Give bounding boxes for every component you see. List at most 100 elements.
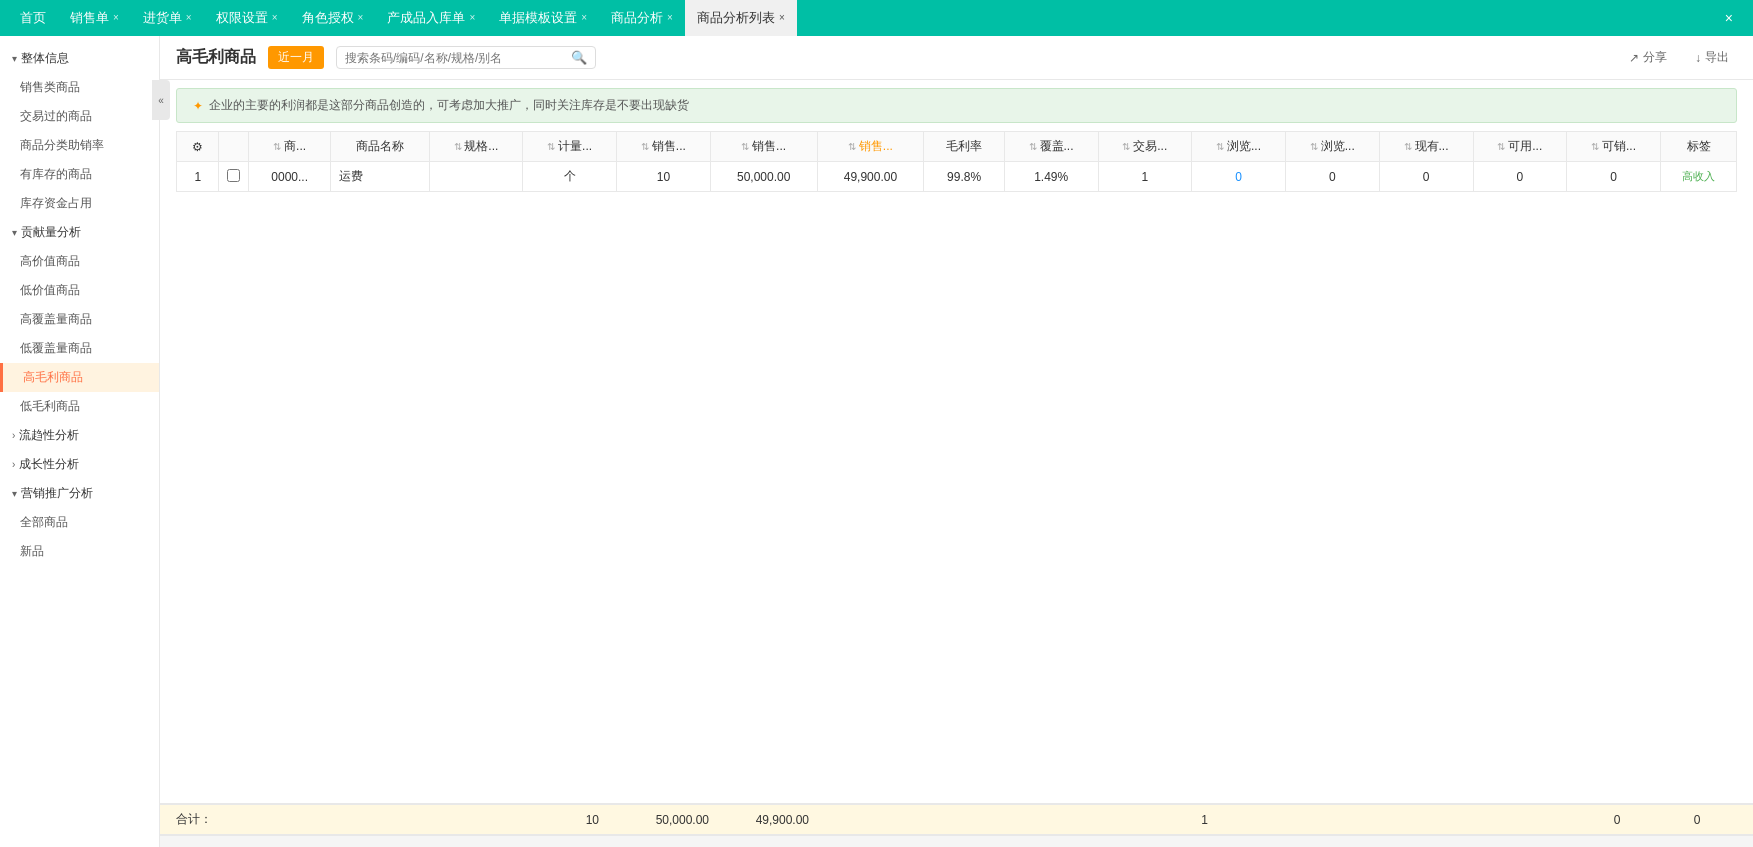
nav-purchase-close[interactable]: × — [186, 0, 192, 36]
row-tag: 高收入 — [1661, 162, 1737, 192]
row-num: 1 — [177, 162, 219, 192]
footer-label: 合计： — [176, 811, 212, 828]
sidebar-item-low-margin[interactable]: 低毛利商品 — [0, 392, 159, 421]
sidebar-group-marketing[interactable]: ▾ 营销推广分析 — [0, 479, 159, 508]
sidebar-item-low-value[interactable]: 低价值商品 — [0, 276, 159, 305]
nav-purchase[interactable]: 进货单 × — [131, 0, 204, 36]
col-saleable[interactable]: 可销... — [1567, 132, 1661, 162]
search-box: 🔍 — [336, 46, 596, 69]
data-table: ⚙ 商... 商品名称 规格... 计量... 销售... 销售... 销售..… — [176, 131, 1737, 192]
row-checkbox[interactable] — [219, 162, 249, 192]
row-browse2: 0 — [1286, 162, 1380, 192]
table-footer: 合计： 10 50,000.00 49,900.00 1 0 0 — [160, 803, 1753, 835]
nav-product-analysis-list[interactable]: 商品分析列表 × — [685, 0, 797, 36]
col-checkbox — [219, 132, 249, 162]
footer-available: 0 — [1657, 813, 1737, 827]
nav-template-settings[interactable]: 单据模板设置 × — [487, 0, 599, 36]
page-title: 高毛利商品 — [176, 47, 256, 68]
col-code[interactable]: 商... — [249, 132, 330, 162]
search-icon[interactable]: 🔍 — [571, 50, 587, 65]
sidebar-item-stock-funds[interactable]: 库存资金占用 — [0, 189, 159, 218]
row-coverage: 1.49% — [1004, 162, 1098, 192]
col-browse1[interactable]: 浏览... — [1192, 132, 1286, 162]
bottom-scrollbar[interactable] — [160, 835, 1753, 847]
row-gross-rate: 99.8% — [924, 162, 1004, 192]
col-settings[interactable]: ⚙ — [177, 132, 219, 162]
row-sales-profit: 49,900.00 — [817, 162, 924, 192]
footer-sales-profit: 49,900.00 — [732, 813, 832, 827]
sidebar-item-new-products[interactable]: 新品 — [0, 537, 159, 566]
nav-product-inbound-close[interactable]: × — [469, 0, 475, 36]
notice-text: 企业的主要的利润都是这部分商品创造的，可考虑加大推广，同时关注库存是不要出现缺货 — [209, 97, 689, 114]
col-sales-qty[interactable]: 销售... — [617, 132, 711, 162]
sidebar-item-category-rate[interactable]: 商品分类助销率 — [0, 131, 159, 160]
sidebar-group-contribution[interactable]: ▾ 贡献量分析 — [0, 218, 159, 247]
col-browse2[interactable]: 浏览... — [1286, 132, 1380, 162]
table-row[interactable]: 1 0000... 运费 个 10 50,000.00 49,900.00 99… — [177, 162, 1737, 192]
row-transactions: 1 — [1098, 162, 1192, 192]
content-header: 高毛利商品 近一月 🔍 ↗ 分享 ↓ 导出 — [160, 36, 1753, 80]
nav-home[interactable]: 首页 — [8, 0, 58, 36]
footer-current-stock: 0 — [1577, 813, 1657, 827]
sidebar: ▾ 整体信息 销售类商品 交易过的商品 商品分类助销率 有库存的商品 库存资金占… — [0, 36, 160, 847]
row-current-stock: 0 — [1379, 162, 1473, 192]
col-transactions[interactable]: 交易... — [1098, 132, 1192, 162]
row-browse1[interactable]: 0 — [1192, 162, 1286, 192]
footer-sales-qty: 10 — [552, 813, 632, 827]
sidebar-item-low-coverage[interactable]: 低覆盖量商品 — [0, 334, 159, 363]
nav-product-analysis-close[interactable]: × — [667, 0, 673, 36]
sidebar-item-traded-products[interactable]: 交易过的商品 — [0, 102, 159, 131]
sidebar-group-overall[interactable]: ▾ 整体信息 — [0, 44, 159, 73]
window-close-btn[interactable]: × — [1713, 10, 1745, 26]
top-nav: 首页 销售单 × 进货单 × 权限设置 × 角色授权 × 产成品入库单 × 单据… — [0, 0, 1753, 36]
nav-sales-close[interactable]: × — [113, 0, 119, 36]
export-btn[interactable]: ↓ 导出 — [1687, 46, 1737, 69]
main-layout: ▾ 整体信息 销售类商品 交易过的商品 商品分类助销率 有库存的商品 库存资金占… — [0, 36, 1753, 847]
row-spec — [429, 162, 523, 192]
table-container: ⚙ 商... 商品名称 规格... 计量... 销售... 销售... 销售..… — [160, 131, 1753, 803]
sidebar-item-high-coverage[interactable]: 高覆盖量商品 — [0, 305, 159, 334]
nav-sales[interactable]: 销售单 × — [58, 0, 131, 36]
row-available: 0 — [1473, 162, 1567, 192]
search-input[interactable] — [345, 51, 571, 65]
col-tag: 标签 — [1661, 132, 1737, 162]
col-sales-profit[interactable]: 销售... — [817, 132, 924, 162]
col-current-stock[interactable]: 现有... — [1379, 132, 1473, 162]
sidebar-item-high-value[interactable]: 高价值商品 — [0, 247, 159, 276]
row-name: 运费 — [330, 162, 429, 192]
footer-transactions: 1 — [1165, 813, 1245, 827]
nav-permissions-close[interactable]: × — [272, 0, 278, 36]
notice-bar: ✦ 企业的主要的利润都是这部分商品创造的，可考虑加大推广，同时关注库存是不要出现… — [176, 88, 1737, 123]
col-name: 商品名称 — [330, 132, 429, 162]
nav-template-close[interactable]: × — [581, 0, 587, 36]
arrow-growth: › — [12, 459, 15, 470]
nav-product-inbound[interactable]: 产成品入库单 × — [375, 0, 487, 36]
arrow-overall: ▾ — [12, 53, 17, 64]
nav-product-analysis-list-close[interactable]: × — [779, 0, 785, 36]
share-icon: ↗ — [1629, 51, 1639, 65]
filter-recent-month-btn[interactable]: 近一月 — [268, 46, 324, 69]
arrow-marketing: ▾ — [12, 488, 17, 499]
sidebar-item-high-margin[interactable]: 高毛利商品 — [0, 363, 159, 392]
sidebar-item-all-products[interactable]: 全部商品 — [0, 508, 159, 537]
nav-role-auth[interactable]: 角色授权 × — [290, 0, 376, 36]
sidebar-group-growth[interactable]: › 成长性分析 — [0, 450, 159, 479]
col-sales-amt[interactable]: 销售... — [710, 132, 817, 162]
nav-permissions[interactable]: 权限设置 × — [204, 0, 290, 36]
sidebar-group-trend[interactable]: › 流趋性分析 — [0, 421, 159, 450]
col-unit[interactable]: 计量... — [523, 132, 617, 162]
col-spec[interactable]: 规格... — [429, 132, 523, 162]
col-available[interactable]: 可用... — [1473, 132, 1567, 162]
col-coverage[interactable]: 覆盖... — [1004, 132, 1098, 162]
nav-product-analysis[interactable]: 商品分析 × — [599, 0, 685, 36]
share-btn[interactable]: ↗ 分享 — [1621, 46, 1675, 69]
sidebar-item-sales-products[interactable]: 销售类商品 — [0, 73, 159, 102]
row-sales-amt: 50,000.00 — [710, 162, 817, 192]
content-area: 高毛利商品 近一月 🔍 ↗ 分享 ↓ 导出 ✦ 企业的主要的利润都是这部分商品创… — [160, 36, 1753, 847]
row-sales-qty: 10 — [617, 162, 711, 192]
sidebar-item-stocked-products[interactable]: 有库存的商品 — [0, 160, 159, 189]
footer-sales-amt: 50,000.00 — [632, 813, 732, 827]
arrow-trend: › — [12, 430, 15, 441]
sidebar-collapse-btn[interactable]: « — [152, 80, 170, 120]
nav-role-auth-close[interactable]: × — [358, 0, 364, 36]
